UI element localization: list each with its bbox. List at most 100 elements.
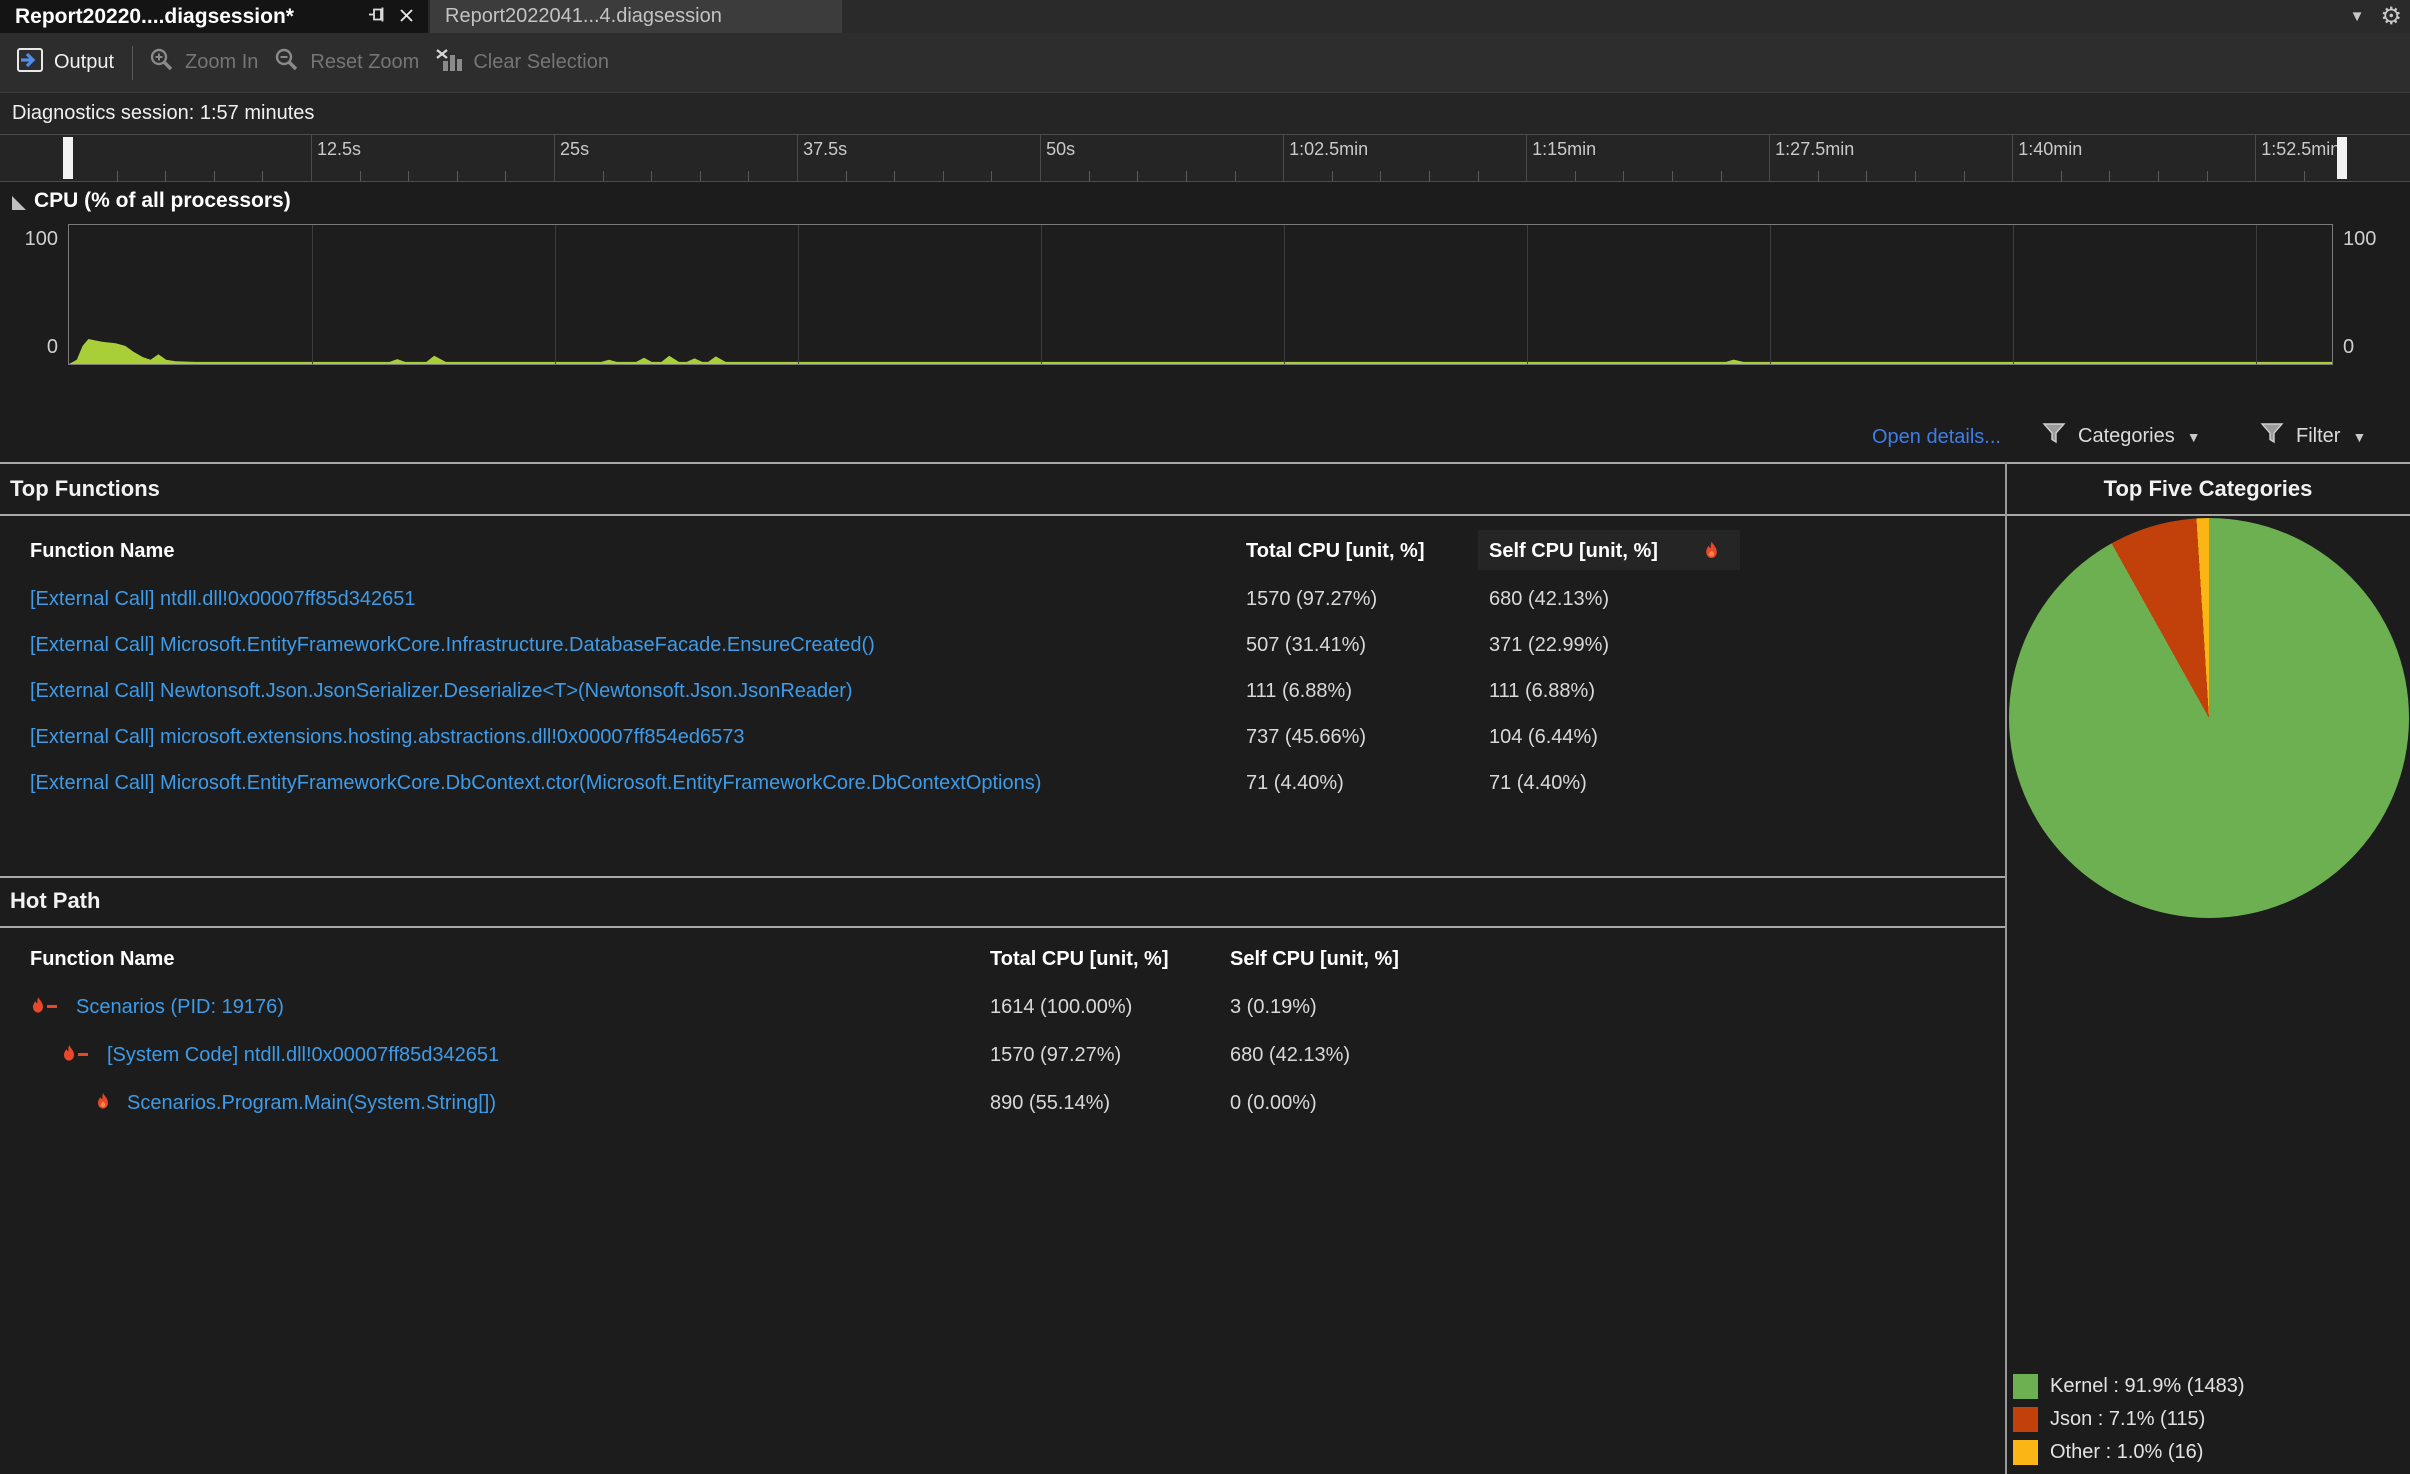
funnel-icon [2260, 422, 2284, 451]
cpu-section-title: CPU (% of all processors) [34, 189, 291, 212]
col-self-cpu[interactable]: Self CPU [unit, %] [1230, 948, 1399, 971]
timeline-tick-label: 12.5s [317, 139, 362, 159]
filter-label: Filter [2296, 425, 2341, 447]
output-icon [16, 47, 44, 79]
total-cpu-value: 1614 (100.00%) [990, 996, 1133, 1018]
tab-report-inactive[interactable]: Report2022041...4.diagsession [430, 0, 842, 33]
legend-label: Kernel : 91.9% (1483) [2050, 1375, 2245, 1397]
legend-item-kernel: Kernel : 91.9% (1483) [2013, 1374, 2245, 1399]
total-cpu-value: 737 (45.66%) [1246, 726, 1367, 748]
total-cpu-value: 1570 (97.27%) [1246, 588, 1378, 610]
cpu-ymax-left: 100 [24, 228, 58, 250]
settings-gear-icon[interactable]: ⚙ [2380, 0, 2402, 33]
legend-item-json: Json : 7.1% (115) [2013, 1407, 2205, 1432]
tab-label: Report2022041...4.diagsession [445, 5, 722, 27]
function-link[interactable]: [External Call] microsoft.extensions.hos… [30, 726, 745, 749]
timeline-tick-label: 1:02.5min [1289, 139, 1369, 159]
open-details-link[interactable]: Open details... [1872, 426, 2001, 449]
zoom-in-button[interactable]: Zoom In [149, 47, 258, 79]
legend-swatch-kernel [2013, 1374, 2038, 1399]
categories-pie-chart[interactable] [2009, 518, 2409, 918]
reset-zoom-button[interactable]: Reset Zoom [274, 47, 419, 79]
panel-divider [2005, 462, 2007, 1474]
output-button[interactable]: Output [16, 47, 114, 79]
categories-label: Categories [2078, 425, 2175, 447]
session-duration-label: Diagnostics session: 1:57 minutes [12, 102, 315, 124]
diagsession-window: Report20220....diagsession* Report202204… [0, 0, 2410, 1474]
hot-path-link[interactable]: Scenarios (PID: 19176) [76, 996, 284, 1019]
output-label: Output [54, 51, 115, 73]
session-bar: Diagnostics session: 1:57 minutes [0, 92, 2410, 134]
tab-report-active[interactable]: Report20220....diagsession* [0, 0, 428, 33]
self-cpu-value: 680 (42.13%) [1230, 1044, 1351, 1066]
close-icon[interactable] [399, 5, 414, 29]
actions-row: Open details... Categories ▼ Filter ▼ [0, 422, 2410, 456]
hot-path-title: Hot Path [10, 888, 101, 913]
hot-path-connector [47, 1004, 57, 1008]
top-functions-title: Top Functions [10, 476, 160, 501]
hot-path-link[interactable]: [System Code] ntdll.dll!0x00007ff85d3426… [107, 1044, 499, 1067]
clear-selection-label: Clear Selection [473, 51, 609, 73]
hot-path-flame-icon [30, 996, 57, 1016]
legend-label: Other : 1.0% (16) [2050, 1441, 2204, 1463]
total-cpu-value: 111 (6.88%) [1246, 680, 1352, 702]
cpu-ymin-left: 0 [46, 336, 58, 358]
timeline-tick-label: 1:40min [2018, 139, 2083, 159]
report-toolbar: Output Zoom In Reset Zoom Clear Selectio… [0, 33, 2410, 92]
timeline-tick-label: 1:27.5min [1775, 139, 1855, 159]
categories-dropdown[interactable]: Categories ▼ [2042, 422, 2201, 451]
legend-item-other: Other : 1.0% (16) [2013, 1440, 2203, 1465]
self-cpu-value: 111 (6.88%) [1489, 680, 1595, 702]
function-link[interactable]: [External Call] Microsoft.EntityFramewor… [30, 634, 875, 657]
section-divider [0, 462, 2410, 464]
hot-path-connector [78, 1052, 88, 1056]
window-dropdown-icon[interactable]: ▼ [2350, 8, 2365, 25]
top-five-categories-title: Top Five Categories [2103, 476, 2313, 501]
self-cpu-value: 371 (22.99%) [1489, 634, 1610, 656]
self-cpu-value: 104 (6.44%) [1489, 726, 1598, 748]
col-self-cpu[interactable]: Self CPU [unit, %] [1489, 540, 1658, 563]
zoom-in-label: Zoom In [185, 51, 259, 73]
clear-selection-button[interactable]: Clear Selection [435, 47, 609, 79]
tab-label: Report20220....diagsession* [15, 4, 294, 28]
hot-path-link[interactable]: Scenarios.Program.Main(System.String[]) [127, 1092, 496, 1115]
self-cpu-value: 0 (0.00%) [1230, 1092, 1317, 1114]
filter-dropdown[interactable]: Filter ▼ [2260, 422, 2366, 451]
chevron-down-icon: ▼ [2352, 428, 2367, 445]
cpu-ymax-right: 100 [2343, 228, 2377, 250]
section-divider [0, 514, 2410, 516]
funnel-icon [2042, 422, 2066, 451]
timeline-left-handle[interactable] [63, 137, 73, 179]
clear-selection-icon [435, 47, 463, 79]
timeline-right-handle[interactable] [2337, 137, 2347, 179]
zoom-in-icon [149, 47, 175, 79]
pin-icon[interactable] [368, 5, 385, 29]
timeline-tick-label: 1:52.5min [2261, 139, 2341, 159]
legend-swatch-other [2013, 1440, 2038, 1465]
cpu-area-series [69, 339, 2332, 364]
document-tab-strip: Report20220....diagsession* Report202204… [0, 0, 2410, 33]
total-cpu-value: 507 (31.41%) [1246, 634, 1367, 656]
self-cpu-value: 3 (0.19%) [1230, 996, 1317, 1018]
col-total-cpu[interactable]: Total CPU [unit, %] [990, 948, 1169, 971]
cpu-ymin-right: 0 [2343, 336, 2355, 358]
function-link[interactable]: [External Call] Microsoft.EntityFramewor… [30, 772, 1041, 795]
col-total-cpu[interactable]: Total CPU [unit, %] [1246, 540, 1425, 563]
total-cpu-value: 71 (4.40%) [1246, 772, 1344, 794]
timeline-tick-label: 50s [1046, 139, 1076, 159]
timeline-ruler[interactable]: 12.5s 25s 37.5s 50s 1:02.5min 1:15min 1:27.5mi… [0, 134, 2410, 182]
function-link[interactable]: [External Call] ntdll.dll!0x00007ff85d34… [30, 588, 415, 611]
col-function-name[interactable]: Function Name [30, 540, 174, 563]
reset-zoom-label: Reset Zoom [310, 51, 420, 73]
flame-icon [95, 1092, 111, 1112]
function-link[interactable]: [External Call] Newtonsoft.Json.JsonSeri… [30, 680, 853, 703]
reset-zoom-icon [274, 47, 300, 79]
legend-swatch-json [2013, 1407, 2038, 1432]
section-divider [0, 926, 2005, 928]
sort-flame-icon [1703, 540, 1720, 567]
cpu-chart[interactable] [68, 224, 2333, 365]
legend-label: Json : 7.1% (115) [2050, 1408, 2206, 1430]
cpu-section-expander-icon[interactable] [12, 196, 26, 210]
col-function-name[interactable]: Function Name [30, 948, 174, 971]
section-divider [0, 876, 2005, 878]
